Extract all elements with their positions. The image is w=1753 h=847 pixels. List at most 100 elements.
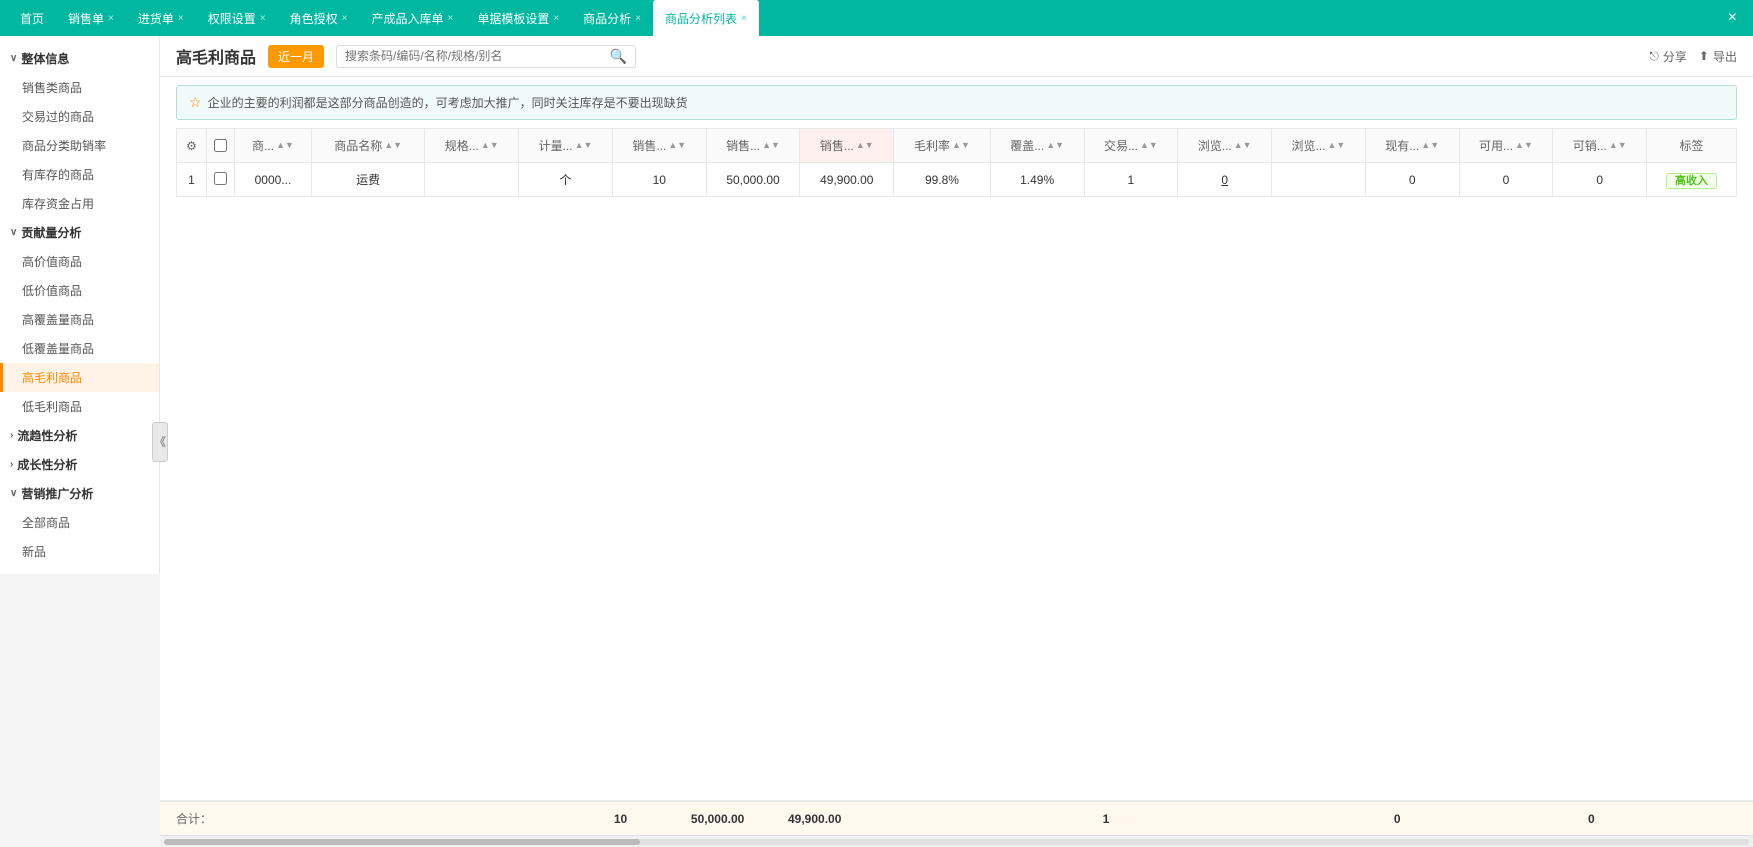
sidebar-group-marketing[interactable]: ∨ 营销推广分析 <box>0 479 159 508</box>
sort-stock-current-icon: ▲▼ <box>1421 141 1439 150</box>
col-spec[interactable]: 规格... ▲▼ <box>425 129 519 163</box>
cell-sales-amount: 50,000.00 <box>706 163 800 197</box>
share-button[interactable]: ⎋ 分享 <box>1649 48 1687 65</box>
sidebar-item-low-value[interactable]: 低价值商品 <box>0 276 159 305</box>
cell-tag: 高收入 <box>1647 163 1737 197</box>
col-trade[interactable]: 交易... ▲▼ <box>1084 129 1178 163</box>
col-coverage[interactable]: 覆盖... ▲▼ <box>990 129 1084 163</box>
close-purchase-tab[interactable]: × <box>178 13 184 24</box>
select-all-checkbox[interactable] <box>214 139 227 152</box>
table-row: 1 0000... 运费 个 10 <box>177 163 1737 197</box>
col-stock-saleable[interactable]: 可销... ▲▼ <box>1553 129 1647 163</box>
cell-unit: 个 <box>519 163 613 197</box>
nav-tab-analysis[interactable]: 商品分析 × <box>571 0 653 36</box>
nav-tab-permission[interactable]: 权限设置 × <box>196 0 278 36</box>
window-close-button[interactable]: × <box>1720 9 1745 27</box>
sort-view2-icon: ▲▼ <box>1328 141 1346 150</box>
nav-tab-home[interactable]: 首页 <box>8 0 56 36</box>
cell-view1[interactable]: 0 <box>1178 163 1272 197</box>
table-wrapper: ⚙ 商... ▲▼ 商品名称 <box>160 128 1753 800</box>
export-icon: ⬆ <box>1699 49 1709 63</box>
export-button[interactable]: ⬆ 导出 <box>1699 48 1737 65</box>
col-margin-rate[interactable]: 毛利率 ▲▼ <box>894 129 991 163</box>
close-permission-tab[interactable]: × <box>260 13 266 24</box>
sidebar-item-sales-goods[interactable]: 销售类商品 <box>0 73 159 102</box>
col-sales-profit[interactable]: 销售... ▲▼ <box>800 129 894 163</box>
page-title: 高毛利商品 <box>176 44 256 68</box>
sidebar-group-growth[interactable]: › 成长性分析 <box>0 450 159 479</box>
close-analysis-tab[interactable]: × <box>635 13 641 24</box>
col-code[interactable]: 商... ▲▼ <box>235 129 312 163</box>
row-checkbox[interactable] <box>214 172 227 185</box>
cell-trade: 1 <box>1084 163 1178 197</box>
sort-trade-icon: ▲▼ <box>1140 141 1158 150</box>
horizontal-scrollbar[interactable] <box>160 835 1753 847</box>
sidebar-item-high-margin[interactable]: 高毛利商品 <box>0 363 159 392</box>
col-stock-available[interactable]: 可用... ▲▼ <box>1459 129 1553 163</box>
col-view1[interactable]: 浏览... ▲▼ <box>1178 129 1272 163</box>
arrow-trend: › <box>10 430 13 441</box>
sidebar-item-new-goods[interactable]: 新品 <box>0 537 159 566</box>
col-view2[interactable]: 浏览... ▲▼ <box>1272 129 1366 163</box>
sidebar-collapse-button[interactable]: 《 <box>152 422 168 462</box>
sidebar-item-in-stock[interactable]: 有库存的商品 <box>0 160 159 189</box>
cell-checkbox[interactable] <box>207 163 235 197</box>
footer-sales-qty: 10 <box>572 812 669 826</box>
col-checkbox[interactable] <box>207 129 235 163</box>
cell-view2 <box>1272 163 1366 197</box>
sidebar-group-overview[interactable]: ∨ 整体信息 <box>0 44 159 73</box>
col-name[interactable]: 商品名称 ▲▼ <box>311 129 424 163</box>
close-sales-tab[interactable]: × <box>108 13 114 24</box>
col-sales-qty[interactable]: 销售... ▲▼ <box>612 129 706 163</box>
sidebar-group-contribution[interactable]: ∨ 贡献量分析 <box>0 218 159 247</box>
search-icon[interactable]: 🔍 <box>610 48 627 65</box>
sidebar-item-high-value[interactable]: 高价值商品 <box>0 247 159 276</box>
sort-margin-rate-icon: ▲▼ <box>952 141 970 150</box>
scrollbar-track[interactable] <box>164 839 1749 845</box>
close-analysis-list-tab[interactable]: × <box>741 13 747 24</box>
sort-sales-qty-icon: ▲▼ <box>668 141 686 150</box>
search-input[interactable] <box>345 49 610 63</box>
sort-spec-icon: ▲▼ <box>481 141 499 150</box>
footer-trade: 1 <box>1057 812 1154 826</box>
nav-tab-template[interactable]: 单据模板设置 × <box>465 0 571 36</box>
col-settings[interactable]: ⚙ <box>177 129 207 163</box>
nav-tab-sales[interactable]: 销售单 × <box>56 0 126 36</box>
cell-sales-profit: 49,900.00 <box>800 163 894 197</box>
sort-code-icon: ▲▼ <box>276 141 294 150</box>
sort-coverage-icon: ▲▼ <box>1046 141 1064 150</box>
nav-tab-purchase[interactable]: 进货单 × <box>126 0 196 36</box>
close-role-tab[interactable]: × <box>342 13 348 24</box>
arrow-overview: ∨ <box>10 53 17 64</box>
cell-code: 0000... <box>235 163 312 197</box>
close-products-tab[interactable]: × <box>447 13 453 24</box>
header-actions: ⎋ 分享 ⬆ 导出 <box>1649 48 1737 65</box>
cell-name: 运费 <box>311 163 424 197</box>
sidebar-item-low-coverage[interactable]: 低覆盖量商品 <box>0 334 159 363</box>
footer-stock-saleable: 0 <box>1543 812 1640 826</box>
sidebar-item-stock-capital[interactable]: 库存资金占用 <box>0 189 159 218</box>
sidebar-item-traded-goods[interactable]: 交易过的商品 <box>0 102 159 131</box>
filter-month-button[interactable]: 近一月 <box>268 45 324 68</box>
sort-stock-saleable-icon: ▲▼ <box>1609 141 1627 150</box>
sidebar-item-category-rate[interactable]: 商品分类助销率 <box>0 131 159 160</box>
sidebar-item-high-coverage[interactable]: 高覆盖量商品 <box>0 305 159 334</box>
sidebar-item-all-goods[interactable]: 全部商品 <box>0 508 159 537</box>
footer-sales-amount: 50,000.00 <box>669 812 766 826</box>
col-stock-current[interactable]: 现有... ▲▼ <box>1365 129 1459 163</box>
content-header: 高毛利商品 近一月 🔍 ⎋ 分享 ⬆ 导出 <box>160 36 1753 77</box>
sidebar-item-low-margin[interactable]: 低毛利商品 <box>0 392 159 421</box>
scrollbar-thumb[interactable] <box>164 839 640 845</box>
cell-spec <box>425 163 519 197</box>
col-sales-amount[interactable]: 销售... ▲▼ <box>706 129 800 163</box>
sort-sales-amount-icon: ▲▼ <box>762 141 780 150</box>
sidebar-group-trend[interactable]: › 流趋性分析 <box>0 421 159 450</box>
sort-stock-available-icon: ▲▼ <box>1515 141 1533 150</box>
content-area: 高毛利商品 近一月 🔍 ⎋ 分享 ⬆ 导出 ☆ 企业的主要的利润都是这部分商品创… <box>160 36 1753 847</box>
info-icon: ☆ <box>189 94 202 111</box>
col-unit[interactable]: 计量... ▲▼ <box>519 129 613 163</box>
nav-tab-analysis-list[interactable]: 商品分析列表 × <box>653 0 759 36</box>
nav-tab-products[interactable]: 产成品入库单 × <box>359 0 465 36</box>
close-template-tab[interactable]: × <box>553 13 559 24</box>
nav-tab-role[interactable]: 角色授权 × <box>278 0 360 36</box>
